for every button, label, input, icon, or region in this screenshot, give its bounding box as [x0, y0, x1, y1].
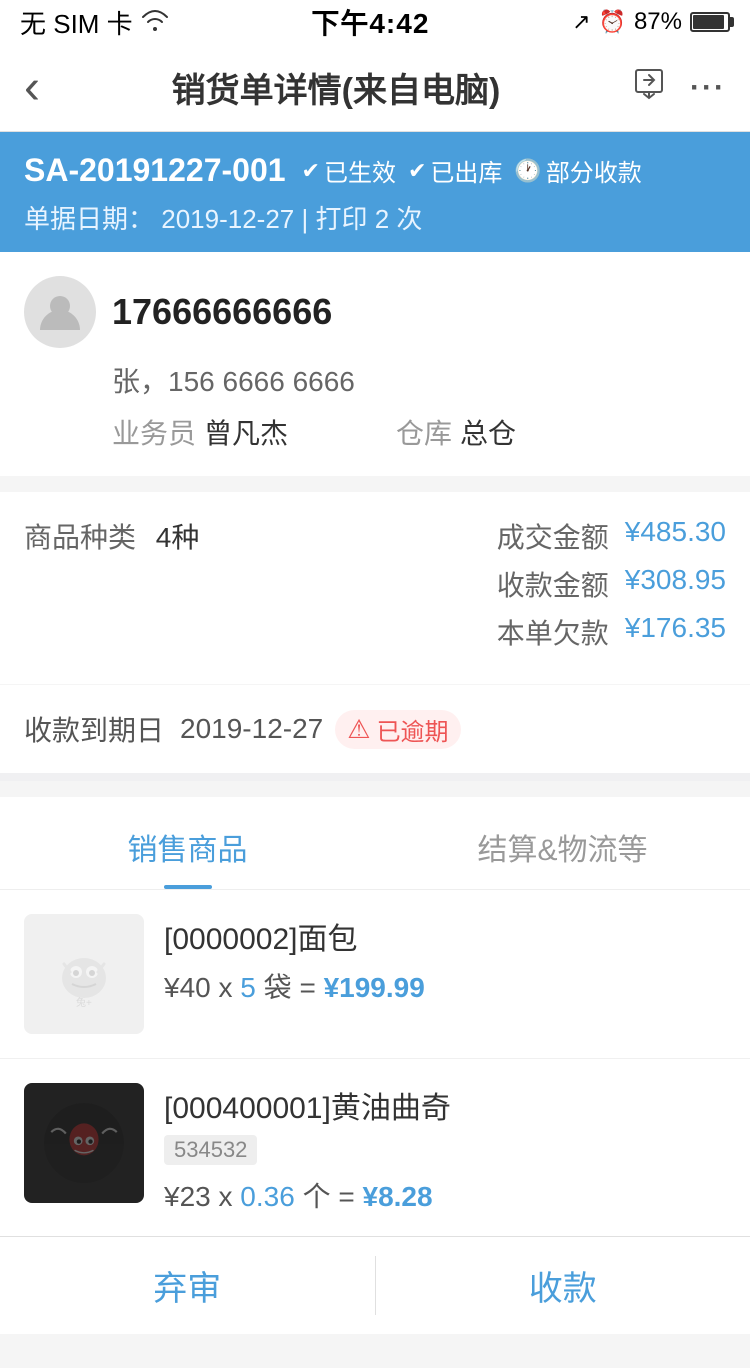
summary-section: 商品种类 4种 成交金额 ¥485.30 收款金额 ¥308.95 本单欠款 ¥…	[0, 492, 750, 684]
customer-meta: 业务员 曾凡杰 仓库 总仓	[24, 412, 726, 452]
tabs-section: 销售商品 结算&物流等 兔+	[0, 797, 750, 1270]
product-list: 兔+ [0000002]面包 ¥40 x 5 袋 = ¥199.99	[0, 890, 750, 1270]
order-status-badges: ✔ 已生效 ✔ 已出库 🕐 部分收款	[302, 153, 642, 188]
badge-effective: ✔ 已生效	[302, 153, 396, 188]
avatar	[24, 276, 96, 348]
back-button[interactable]: ‹	[24, 60, 40, 115]
status-left: 无 SIM 卡	[20, 4, 169, 41]
payment-row: 收款金额 ¥308.95	[497, 564, 726, 604]
divider-2	[0, 773, 750, 781]
summary-right: 成交金额 ¥485.30 收款金额 ¥308.95 本单欠款 ¥176.35	[497, 516, 726, 660]
product-sku-2: 534532	[164, 1135, 257, 1165]
customer-contact: 张，156 6666 6666	[24, 360, 726, 400]
summary-grid: 商品种类 4种 成交金额 ¥485.30 收款金额 ¥308.95 本单欠款 ¥…	[24, 516, 726, 660]
status-time: 下午4:42	[311, 2, 429, 42]
customer-name: 17666666666	[112, 291, 332, 333]
status-right: ↗ ⏰ 87%	[572, 8, 730, 36]
carrier-label: 无 SIM 卡	[20, 4, 133, 41]
nav-actions: ···	[632, 66, 726, 109]
due-date-section: 收款到期日 2019-12-27 ⚠ 已逾期	[0, 685, 750, 773]
transaction-row: 成交金额 ¥485.30	[497, 516, 726, 556]
wifi-icon	[141, 7, 169, 38]
nav-bar: ‹ 销货单详情(来自电脑) ···	[0, 44, 750, 132]
clock-icon: 🕐	[514, 158, 541, 184]
customer-row: 17666666666	[24, 276, 726, 348]
order-date-row: 单据日期： 2019-12-27 | 打印 2 次	[24, 199, 726, 236]
product-name-2: [000400001]黄油曲奇	[164, 1083, 726, 1127]
cancel-button[interactable]: 弃审	[0, 1237, 375, 1334]
tab-settlement[interactable]: 结算&物流等	[375, 797, 750, 889]
salesperson-item: 业务员 曾凡杰	[112, 412, 288, 452]
divider-1	[0, 476, 750, 492]
badge-shipped: ✔ 已出库	[408, 153, 502, 188]
badge-partial-payment: 🕐 部分收款	[514, 153, 641, 188]
product-item-2: [000400001]黄油曲奇 534532 ¥23 x 0.36 个 = ¥8…	[0, 1059, 750, 1240]
check-icon2: ✔	[408, 158, 426, 184]
overdue-icon: ⚠	[347, 714, 370, 745]
product-info-1: [0000002]面包 ¥40 x 5 袋 = ¥199.99	[164, 914, 726, 1006]
alarm-icon: ⏰	[599, 9, 626, 35]
debt-row: 本单欠款 ¥176.35	[497, 612, 726, 652]
warehouse-item: 仓库 总仓	[396, 412, 516, 452]
order-header-banner: SA-20191227-001 ✔ 已生效 ✔ 已出库 🕐 部分收款 单据日期：…	[0, 132, 750, 252]
product-thumb-1: 兔+	[24, 914, 144, 1034]
tab-sales-products[interactable]: 销售商品	[0, 797, 375, 889]
svg-text:兔+: 兔+	[76, 996, 92, 1009]
page-title: 销货单详情(来自电脑)	[172, 63, 501, 112]
overdue-badge: ⚠ 已逾期	[335, 710, 460, 749]
product-info-2: [000400001]黄油曲奇 534532 ¥23 x 0.36 个 = ¥8…	[164, 1083, 726, 1215]
product-price-1: ¥40 x 5 袋 = ¥199.99	[164, 966, 726, 1006]
check-icon: ✔	[302, 158, 320, 184]
tabs-header: 销售商品 结算&物流等	[0, 797, 750, 890]
location-icon: ↗	[572, 9, 590, 35]
more-icon[interactable]: ···	[690, 71, 726, 105]
due-date-label: 收款到期日	[24, 709, 164, 749]
product-price-2: ¥23 x 0.36 个 = ¥8.28	[164, 1175, 726, 1215]
share-icon[interactable]	[632, 66, 666, 109]
due-date-value: 2019-12-27	[180, 713, 323, 745]
order-id: SA-20191227-001	[24, 152, 286, 189]
product-name-1: [0000002]面包	[164, 914, 726, 958]
summary-left: 商品种类 4种	[24, 516, 199, 560]
confirm-button[interactable]: 收款	[376, 1237, 750, 1334]
status-bar: 无 SIM 卡 下午4:42 ↗ ⏰ 87%	[0, 0, 750, 44]
product-type-item: 商品种类 4种	[24, 516, 199, 556]
product-item: 兔+ [0000002]面包 ¥40 x 5 袋 = ¥199.99	[0, 890, 750, 1059]
battery-pct: 87%	[634, 8, 682, 36]
product-thumb-2	[24, 1083, 144, 1203]
customer-section: 17666666666 张，156 6666 6666 业务员 曾凡杰 仓库 总…	[0, 252, 750, 476]
battery-icon	[690, 12, 730, 32]
bottom-bar: 弃审 收款	[0, 1236, 750, 1334]
